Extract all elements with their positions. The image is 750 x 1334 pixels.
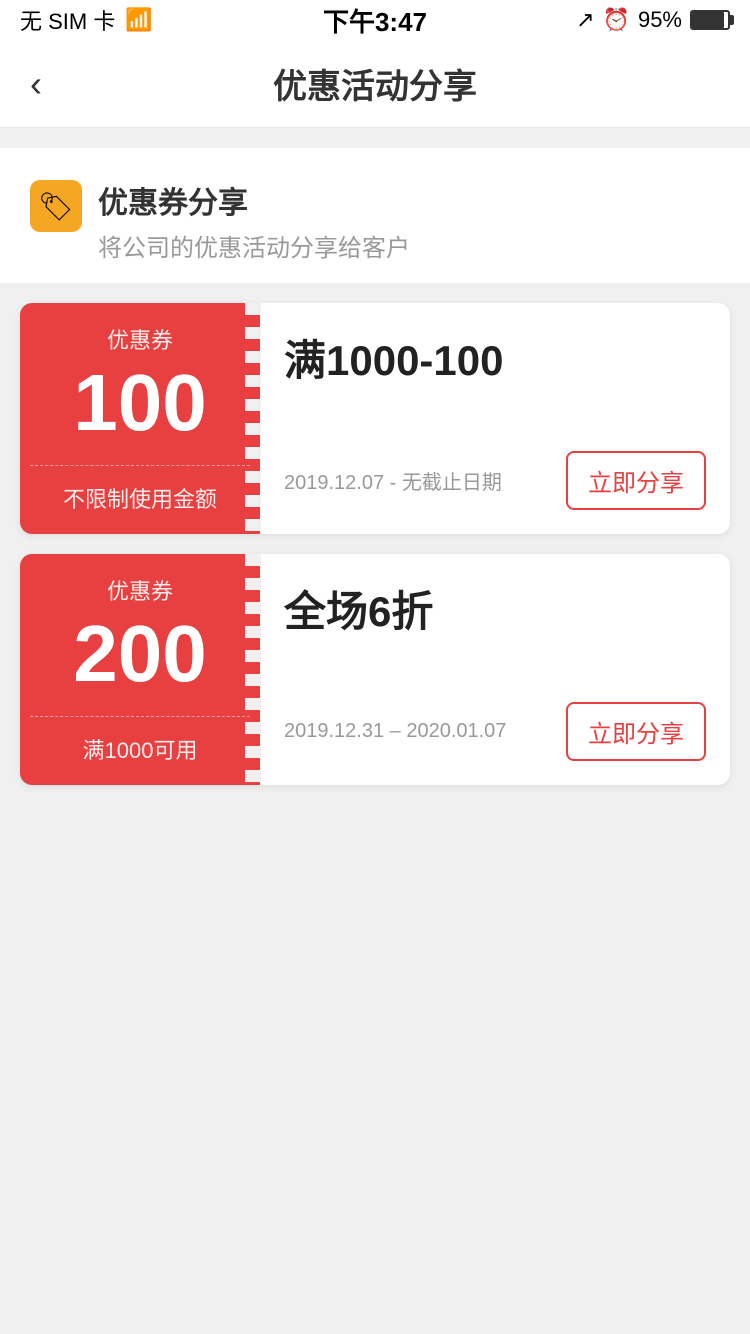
coupon-divider-0 (30, 465, 250, 466)
share-button-1[interactable]: 立即分享 (566, 702, 706, 761)
nav-bar: ‹ 优惠活动分享 (0, 40, 750, 128)
status-time: 下午3:47 (323, 2, 427, 39)
coupon-left-1: 优惠券 200 满1000可用 (20, 554, 260, 785)
page-title: 优惠活动分享 (273, 59, 477, 108)
battery-icon (690, 10, 730, 30)
section-icon: 🏷 (30, 180, 82, 232)
coupon-amount-1: 200 (73, 614, 206, 694)
section-description: 将公司的优惠活动分享给客户 (98, 228, 410, 263)
coupon-left-0: 优惠券 100 不限制使用金额 (20, 303, 260, 534)
battery-fill (692, 12, 724, 28)
coupon-card: 优惠券 200 满1000可用 全场6折 2019.12.31 – 2020.0… (20, 554, 730, 785)
status-bar: 无 SIM 卡 📶 下午3:47 ↗ ⏰ 95% (0, 0, 750, 40)
coupon-bottom-0: 2019.12.07 - 无截止日期 立即分享 (284, 451, 706, 510)
coupon-date-1: 2019.12.31 – 2020.01.07 (284, 720, 556, 743)
coupon-card: 优惠券 100 不限制使用金额 满1000-100 2019.12.07 - 无… (20, 303, 730, 534)
wifi-icon: 📶 (125, 7, 152, 33)
alarm-icon: ⏰ (603, 7, 630, 33)
coupon-title-0: 满1000-100 (284, 327, 706, 388)
back-button[interactable]: ‹ (30, 63, 42, 105)
coupon-right-0: 满1000-100 2019.12.07 - 无截止日期 立即分享 (260, 303, 730, 534)
coupon-label-1: 优惠券 (107, 574, 173, 606)
status-left: 无 SIM 卡 📶 (20, 4, 153, 36)
section-text: 优惠券分享 将公司的优惠活动分享给客户 (98, 178, 410, 263)
status-right: ↗ ⏰ 95% (576, 7, 730, 33)
carrier-text: 无 SIM 卡 (20, 4, 115, 36)
coupon-title-1: 全场6折 (284, 578, 706, 639)
coupon-date-0: 2019.12.07 - 无截止日期 (284, 466, 556, 495)
coupon-divider-1 (30, 716, 250, 717)
coupon-amount-0: 100 (73, 363, 206, 443)
battery-percent: 95% (638, 7, 682, 33)
section-header: 🏷 优惠券分享 将公司的优惠活动分享给客户 (0, 148, 750, 283)
coupon-condition-1: 满1000可用 (83, 733, 198, 765)
coupon-right-1: 全场6折 2019.12.31 – 2020.01.07 立即分享 (260, 554, 730, 785)
coupon-bottom-1: 2019.12.31 – 2020.01.07 立即分享 (284, 702, 706, 761)
location-icon: ↗ (576, 7, 594, 33)
share-button-0[interactable]: 立即分享 (566, 451, 706, 510)
coupon-condition-0: 不限制使用金额 (63, 482, 217, 514)
coupon-list: 优惠券 100 不限制使用金额 满1000-100 2019.12.07 - 无… (0, 283, 750, 805)
coupon-label-0: 优惠券 (107, 323, 173, 355)
section-heading: 优惠券分享 (98, 178, 410, 222)
